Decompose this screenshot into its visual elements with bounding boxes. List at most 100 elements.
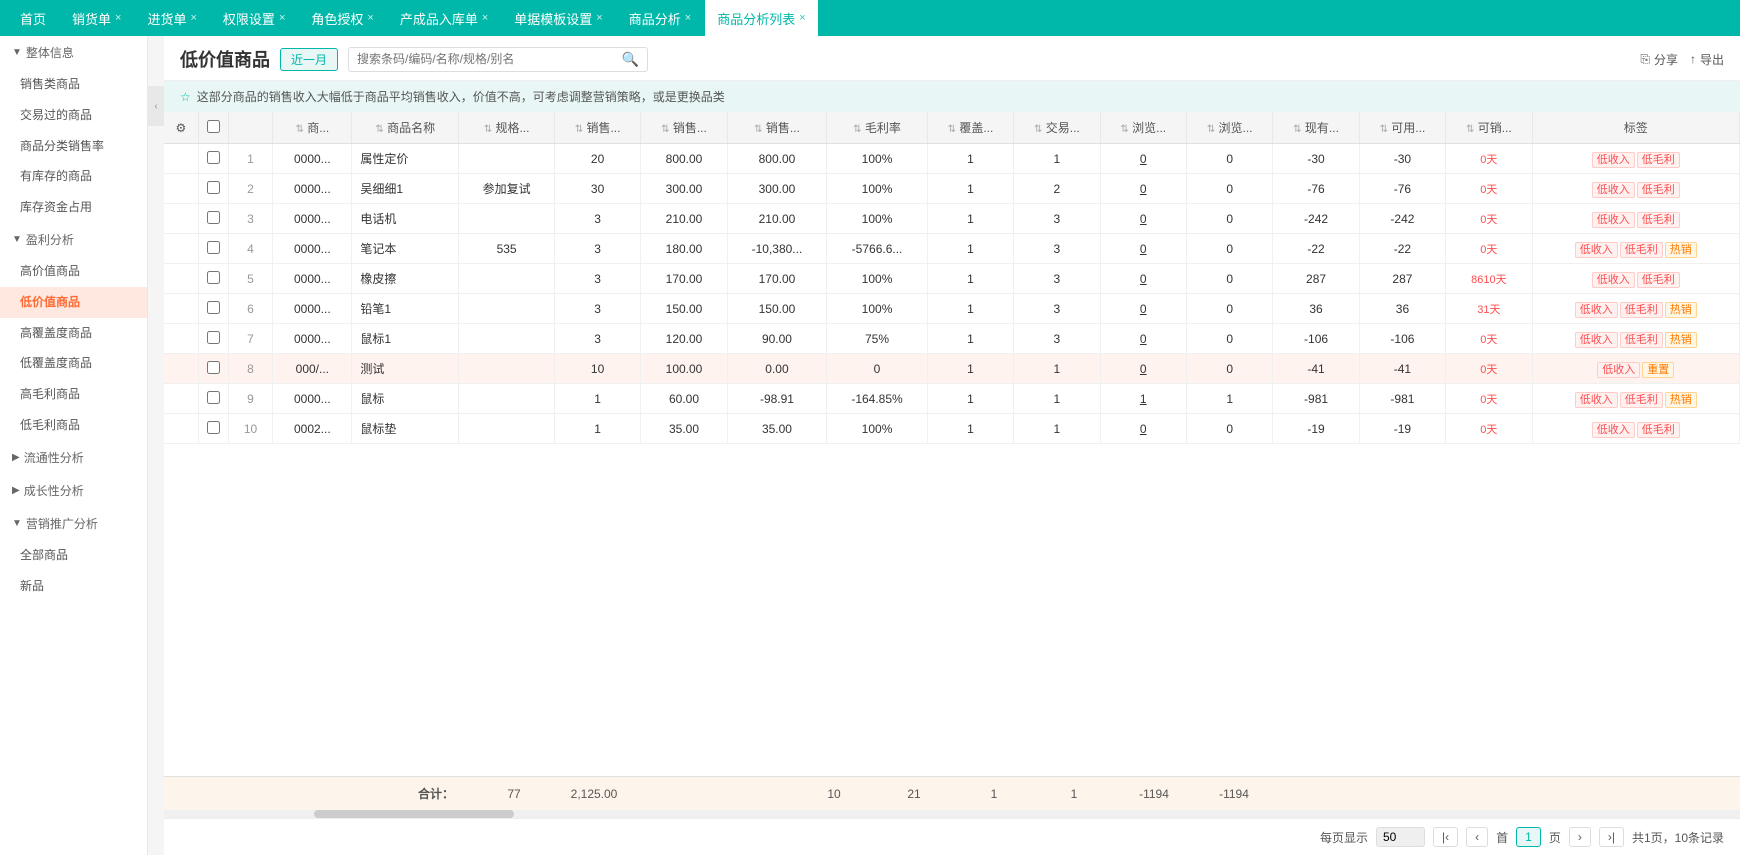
td-checkbox[interactable] xyxy=(198,414,228,444)
td-browse1[interactable]: 0 xyxy=(1100,354,1186,384)
browse1-link[interactable]: 0 xyxy=(1140,302,1147,316)
th-trade[interactable]: ⇅ 交易... xyxy=(1014,112,1100,144)
export-btn[interactable]: ↑ 导出 xyxy=(1690,51,1724,68)
first-page-btn[interactable]: |‹ xyxy=(1433,827,1458,847)
row-checkbox[interactable] xyxy=(207,361,220,374)
nav-analysis[interactable]: 商品分析 × xyxy=(617,0,703,36)
row-checkbox[interactable] xyxy=(207,151,220,164)
prev-page-btn[interactable]: ‹ xyxy=(1466,827,1488,847)
sidebar-item-traded-goods[interactable]: 交易过的商品 xyxy=(0,100,147,131)
sidebar-group-overall[interactable]: ▼ 整体信息 xyxy=(0,36,147,69)
td-browse1[interactable]: 0 xyxy=(1100,174,1186,204)
browse1-link[interactable]: 0 xyxy=(1140,182,1147,196)
th-s3[interactable]: ⇅ 销售... xyxy=(727,112,827,144)
th-browse1[interactable]: ⇅ 浏览... xyxy=(1100,112,1186,144)
sidebar-collapse-btn[interactable]: ‹ xyxy=(148,86,164,126)
row-checkbox[interactable] xyxy=(207,181,220,194)
td-checkbox[interactable] xyxy=(198,294,228,324)
select-all-checkbox[interactable] xyxy=(207,120,220,133)
search-input[interactable] xyxy=(357,52,616,66)
browse1-link[interactable]: 0 xyxy=(1140,152,1147,166)
row-checkbox[interactable] xyxy=(207,271,220,284)
next-page-btn[interactable]: › xyxy=(1569,827,1591,847)
row-checkbox[interactable] xyxy=(207,421,220,434)
scrollbar-track[interactable] xyxy=(164,810,1740,818)
td-browse1[interactable]: 0 xyxy=(1100,234,1186,264)
th-avail[interactable]: ⇅ 可用... xyxy=(1359,112,1445,144)
th-s2[interactable]: ⇅ 销售... xyxy=(641,112,727,144)
sidebar-item-stock-capital[interactable]: 库存资金占用 xyxy=(0,192,147,223)
th-browse2[interactable]: ⇅ 浏览... xyxy=(1186,112,1272,144)
sidebar-item-high-margin[interactable]: 高毛利商品 xyxy=(0,379,147,410)
browse1-link[interactable]: 0 xyxy=(1140,212,1147,226)
td-checkbox[interactable] xyxy=(198,384,228,414)
filter-btn[interactable]: 近一月 xyxy=(280,48,338,71)
per-page-select[interactable]: 50 100 200 xyxy=(1376,827,1425,847)
sidebar-group-liquidity[interactable]: ▶ 流通性分析 xyxy=(0,441,147,474)
nav-close-product-in[interactable]: × xyxy=(482,12,488,24)
sidebar-item-stock-goods[interactable]: 有库存的商品 xyxy=(0,161,147,192)
nav-close-analysis[interactable]: × xyxy=(685,12,691,24)
browse1-link[interactable]: 0 xyxy=(1140,332,1147,346)
td-browse1[interactable]: 0 xyxy=(1100,204,1186,234)
td-checkbox[interactable] xyxy=(198,264,228,294)
row-checkbox[interactable] xyxy=(207,211,220,224)
scrollbar-thumb[interactable] xyxy=(314,810,514,818)
th-checkbox[interactable] xyxy=(198,112,228,144)
td-checkbox[interactable] xyxy=(198,144,228,174)
sidebar-item-low-margin[interactable]: 低毛利商品 xyxy=(0,410,147,441)
sidebar-group-growth[interactable]: ▶ 成长性分析 xyxy=(0,474,147,507)
nav-close-template[interactable]: × xyxy=(596,12,602,24)
td-browse1[interactable]: 1 xyxy=(1100,384,1186,414)
td-checkbox[interactable] xyxy=(198,324,228,354)
th-margin[interactable]: ⇅ 毛利率 xyxy=(827,112,928,144)
nav-close-role[interactable]: × xyxy=(367,12,373,24)
row-checkbox[interactable] xyxy=(207,391,220,404)
sidebar-item-new-goods[interactable]: 新品 xyxy=(0,571,147,602)
nav-close-analysis-list[interactable]: × xyxy=(799,12,805,24)
td-checkbox[interactable] xyxy=(198,354,228,384)
nav-permission[interactable]: 权限设置 × xyxy=(211,0,297,36)
nav-close-permission[interactable]: × xyxy=(279,12,285,24)
last-page-btn[interactable]: ›| xyxy=(1599,827,1624,847)
td-browse1[interactable]: 0 xyxy=(1100,144,1186,174)
th-cov[interactable]: ⇅ 覆盖... xyxy=(927,112,1013,144)
browse1-link[interactable]: 0 xyxy=(1140,242,1147,256)
browse1-link[interactable]: 1 xyxy=(1140,392,1147,406)
nav-analysis-list[interactable]: 商品分析列表 × xyxy=(705,0,817,36)
td-browse1[interactable]: 0 xyxy=(1100,294,1186,324)
row-checkbox[interactable] xyxy=(207,331,220,344)
sidebar-group-marketing[interactable]: ▼ 营销推广分析 xyxy=(0,507,147,540)
th-name[interactable]: ⇅ 商品名称 xyxy=(352,112,459,144)
nav-purchase[interactable]: 进货单 × xyxy=(135,0,208,36)
th-code[interactable]: ⇅ 商... xyxy=(273,112,352,144)
nav-close-purchase[interactable]: × xyxy=(190,12,196,24)
td-checkbox[interactable] xyxy=(198,234,228,264)
sidebar-item-high-coverage[interactable]: 高覆盖度商品 xyxy=(0,318,147,349)
row-checkbox[interactable] xyxy=(207,241,220,254)
sidebar-group-profit[interactable]: ▼ 盈利分析 xyxy=(0,223,147,256)
browse1-link[interactable]: 0 xyxy=(1140,362,1147,376)
nav-home[interactable]: 首页 xyxy=(8,0,58,36)
share-btn[interactable]: ⎘ 分享 xyxy=(1640,51,1678,68)
th-spec[interactable]: ⇅ 规格... xyxy=(459,112,555,144)
sidebar-item-high-value[interactable]: 高价值商品 xyxy=(0,256,147,287)
th-settings[interactable]: ⚙ xyxy=(164,112,198,144)
sidebar-item-all-goods[interactable]: 全部商品 xyxy=(0,540,147,571)
row-checkbox[interactable] xyxy=(207,301,220,314)
nav-template[interactable]: 单据模板设置 × xyxy=(502,0,614,36)
nav-product-in[interactable]: 产成品入库单 × xyxy=(388,0,500,36)
browse1-link[interactable]: 0 xyxy=(1140,272,1147,286)
th-s1[interactable]: ⇅ 销售... xyxy=(554,112,640,144)
search-icon[interactable]: 🔍 xyxy=(622,51,639,68)
td-checkbox[interactable] xyxy=(198,174,228,204)
td-browse1[interactable]: 0 xyxy=(1100,324,1186,354)
td-browse1[interactable]: 0 xyxy=(1100,414,1186,444)
sidebar-item-sales-goods[interactable]: 销售类商品 xyxy=(0,69,147,100)
nav-role[interactable]: 角色授权 × xyxy=(299,0,385,36)
sidebar-item-low-value[interactable]: 低价值商品 xyxy=(0,287,147,318)
th-stock[interactable]: ⇅ 现有... xyxy=(1273,112,1359,144)
sidebar-item-low-coverage[interactable]: 低覆盖度商品 xyxy=(0,348,147,379)
td-browse1[interactable]: 0 xyxy=(1100,264,1186,294)
nav-sales[interactable]: 销货单 × xyxy=(60,0,133,36)
